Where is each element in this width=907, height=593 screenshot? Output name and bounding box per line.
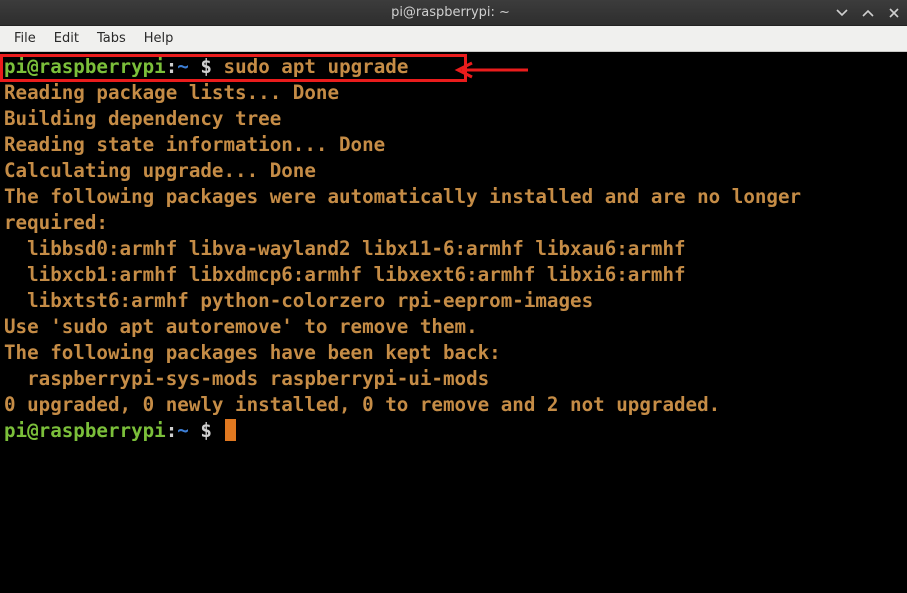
prompt-separator: : — [166, 55, 178, 78]
prompt-symbol: $ — [189, 419, 224, 442]
prompt-separator: : — [166, 419, 178, 442]
menu-item-tabs[interactable]: Tabs — [89, 28, 134, 49]
prompt-path: ~ — [177, 55, 189, 78]
terminal-command: sudo apt upgrade — [224, 55, 409, 78]
menubar: File Edit Tabs Help — [0, 26, 907, 52]
maximize-icon[interactable] — [861, 6, 875, 20]
terminal-output-line: The following packages were automaticall… — [4, 184, 903, 210]
terminal-output-line: Reading state information... Done — [4, 132, 903, 158]
terminal-output-line: libxtst6:armhf python-colorzero rpi-eepr… — [4, 288, 903, 314]
terminal-output-line: Use 'sudo apt autoremove' to remove them… — [4, 314, 903, 340]
terminal-area[interactable]: pi@raspberrypi:~ $ sudo apt upgrade Read… — [0, 52, 907, 593]
terminal-line-prompt-2: pi@raspberrypi:~ $ — [4, 418, 903, 444]
prompt-path: ~ — [177, 419, 189, 442]
terminal-line-prompt-1: pi@raspberrypi:~ $ sudo apt upgrade — [4, 54, 903, 80]
terminal-output-line: 0 upgraded, 0 newly installed, 0 to remo… — [4, 392, 903, 418]
prompt-user-host: pi@raspberrypi — [4, 55, 166, 78]
terminal-output-line: required: — [4, 210, 903, 236]
terminal-output-line: Building dependency tree — [4, 106, 903, 132]
window-title: pi@raspberrypi: ~ — [391, 5, 510, 20]
terminal-output-line: libxcb1:armhf libxdmcp6:armhf libxext6:a… — [4, 262, 903, 288]
menu-item-file[interactable]: File — [6, 28, 44, 49]
menu-item-edit[interactable]: Edit — [46, 28, 87, 49]
terminal-output-line: Calculating upgrade... Done — [4, 158, 903, 184]
terminal-output-line: Reading package lists... Done — [4, 80, 903, 106]
terminal-cursor — [225, 419, 236, 441]
prompt-symbol: $ — [189, 55, 224, 78]
menu-item-help[interactable]: Help — [136, 28, 182, 49]
close-icon[interactable] — [887, 6, 901, 20]
terminal-output-line: The following packages have been kept ba… — [4, 340, 903, 366]
window-controls — [510, 6, 907, 20]
minimize-icon[interactable] — [835, 6, 849, 20]
window-titlebar: pi@raspberrypi: ~ — [0, 0, 907, 26]
terminal-output-line: raspberrypi-sys-mods raspberrypi-ui-mods — [4, 366, 903, 392]
terminal-output-line: libbsd0:armhf libva-wayland2 libx11-6:ar… — [4, 236, 903, 262]
prompt-user-host: pi@raspberrypi — [4, 419, 166, 442]
